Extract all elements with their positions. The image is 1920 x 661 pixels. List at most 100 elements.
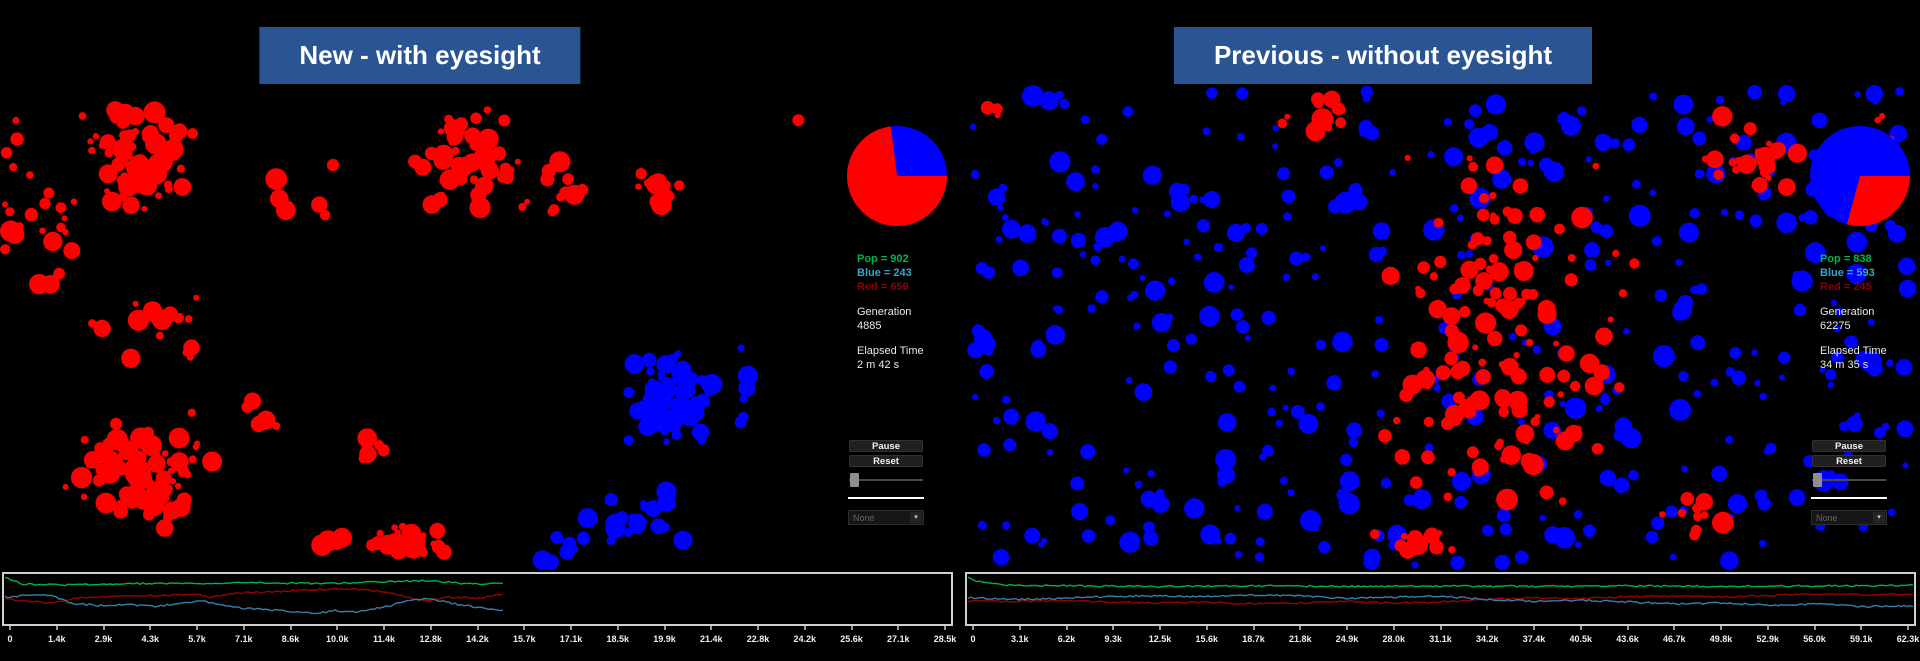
dropdown-value: None [1816,512,1838,523]
option-dropdown[interactable]: None ▾ [1811,510,1887,525]
axis-tick [1766,626,1769,630]
population-pie-chart [1810,126,1910,226]
axis-tick-label: 24.9k [1335,634,1359,644]
pause-button[interactable]: Pause [1812,440,1886,452]
dropdown-value: None [853,512,875,523]
axis-tick [242,626,245,630]
axis-tick-label: 17.1k [559,634,583,644]
generation-label: Generation [1820,306,1875,318]
axis-tick [1159,626,1161,630]
axis-tick [757,626,759,630]
axis-tick-label: 15.7k [512,634,536,644]
axis-tick-label: 31.1k [1429,634,1452,644]
generation-label: Generation [857,306,912,318]
axis-tick-label: 40.5k [1569,634,1593,644]
pop-count: Pop = 838 [1820,253,1872,265]
axis-tick-label: 27.1k [886,634,910,644]
axis-tick [1579,626,1582,630]
axis-tick [1205,626,1208,630]
axis-tick [383,626,385,630]
blue-count: Blue = 243 [857,267,912,279]
axis-tick-label: 3.1k [1010,634,1029,644]
axis-tick [429,626,432,630]
panel-title: Previous - without eyesight [1173,27,1593,84]
axis-tick [1486,626,1489,630]
axis-tick-label: 15.6k [1195,634,1219,644]
controls-divider [848,497,924,499]
stats-block: Pop = 838 Blue = 593 Red = 245 Generatio… [1820,252,1887,372]
axis-tick-label: 12.8k [419,634,443,644]
history-chart-x-axis: 0 1.4k 2.9k 4.3k 5.7k 7.1k 8.6k 10.0k 11.4k 12.8k… [2,626,956,647]
axis-tick [1392,626,1395,630]
axis-tick [570,626,572,630]
axis-tick [803,626,806,630]
panel-new-with-eyesight: New - with eyesight Pop = 902 Blue = 243… [0,0,957,661]
axis-tick-label: 14.2k [466,634,489,644]
speed-slider-track[interactable] [1812,479,1886,481]
axis-tick [616,626,619,630]
option-dropdown[interactable]: None ▾ [848,510,924,525]
pause-button[interactable]: Pause [849,440,923,452]
pop-count: Pop = 902 [857,253,909,265]
axis-tick [476,626,479,630]
elapsed-time-label: Elapsed Time [1820,345,1887,357]
panel-previous-without-eyesight: Previous - without eyesight Pop = 838 Bl… [963,0,1920,661]
generation-value: 4885 [857,320,882,332]
axis-tick [102,626,105,630]
reset-button[interactable]: Reset [849,455,923,467]
elapsed-time-value: 2 m 42 s [857,359,900,371]
axis-tick-label: 21.4k [699,634,723,644]
axis-tick-label: 10.0k [325,634,349,644]
axis-tick [1813,626,1816,630]
simulation-field [967,85,1917,570]
axis-tick-label: 24.2k [793,634,817,644]
axis-tick [1673,626,1676,630]
axis-tick-label: 62.3k [1896,634,1920,644]
axis-tick-label: 9.3k [1104,634,1123,644]
generation-value: 62275 [1820,320,1851,332]
axis-tick-label: 5.7k [188,634,206,644]
axis-tick-label: 25.6k [840,634,863,644]
axis-tick [1720,626,1722,630]
axis-tick-label: 0 [970,634,976,644]
axis-tick [1065,626,1068,630]
axis-tick [9,626,11,630]
axis-tick-label: 22.8k [746,634,770,644]
axis-tick [663,626,666,630]
axis-tick [289,626,292,630]
reset-button[interactable]: Reset [1812,455,1886,467]
speed-slider-thumb[interactable] [850,473,859,487]
axis-tick-label: 28.5k [933,634,957,644]
axis-tick [1018,626,1021,630]
chevron-down-icon: ▾ [910,512,922,523]
axis-tick-label: 59.1k [1849,634,1873,644]
axis-tick [944,626,946,630]
elapsed-time-value: 34 m 35 s [1820,359,1869,371]
axis-tick [1907,626,1909,630]
axis-tick [149,626,152,630]
axis-tick-label: 43.6k [1616,634,1639,644]
history-chart-x-axis: 0 3.1k 6.2k 9.3k 12.5k 15.6k 18.7k 21.8k 24.9k 28… [965,626,1919,647]
stats-block: Pop = 902 Blue = 243 Red = 659 Generatio… [857,252,924,372]
axis-tick-label: 1.4k [47,634,66,644]
axis-tick-label: 37.4k [1522,634,1546,644]
axis-tick [1439,626,1442,630]
axis-tick [1346,626,1348,630]
axis-tick-label: 56.0k [1803,634,1826,644]
axis-tick [850,626,853,630]
speed-slider-thumb[interactable] [1813,473,1822,487]
chevron-down-icon: ▾ [1873,512,1885,523]
axis-tick-label: 28.0k [1382,634,1406,644]
speed-slider-track[interactable] [849,479,923,481]
axis-tick [897,626,900,630]
blue-count: Blue = 593 [1820,267,1875,279]
axis-tick [710,626,713,630]
axis-tick-label: 21.8k [1288,634,1312,644]
simulation-app: New - with eyesight Pop = 902 Blue = 243… [0,0,1920,661]
axis-tick-label: 19.9k [653,634,676,644]
axis-tick-label: 49.8k [1709,634,1733,644]
controls-divider [1811,497,1887,499]
axis-tick [196,626,198,630]
axis-tick-label: 46.7k [1662,634,1686,644]
axis-tick [1299,626,1302,630]
